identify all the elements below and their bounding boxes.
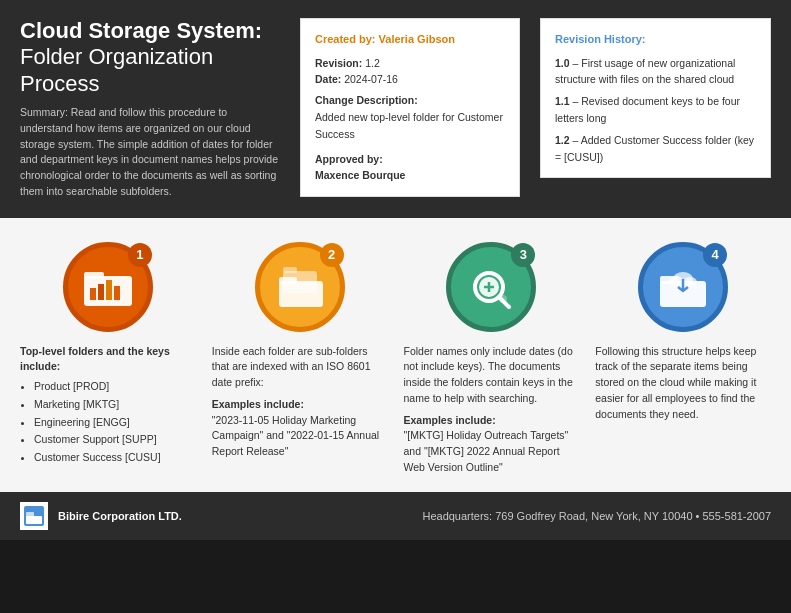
svg-rect-9 (283, 267, 297, 273)
step-3-intro: Folder names only include dates (do not … (404, 344, 580, 407)
step-1-heading: Top-level folders and the keys include: (20, 344, 196, 376)
svg-point-20 (683, 277, 697, 287)
headquarters-text: Headquarters: 769 Godfrey Road, New York… (422, 510, 771, 522)
steps-row: 1 Top-level folders and the keys include… (20, 242, 771, 476)
step-2-card: 2 Inside each folder are sub-folders tha… (212, 242, 388, 476)
step-4-text: Following this structure helps keep trac… (595, 344, 771, 423)
search-magnify-icon (465, 265, 517, 309)
revision-item-3: 1.2 – Added Customer Success folder (key… (555, 132, 756, 166)
revision-item-1: 1.0 – First usage of new organizational … (555, 55, 756, 89)
list-item: Product [PROD] (34, 379, 196, 395)
main-content: 1 Top-level folders and the keys include… (0, 218, 791, 492)
step-4-card: 4 Following this structure helps keep tr… (595, 242, 771, 476)
step-1-card: 1 Top-level folders and the keys include… (20, 242, 196, 476)
list-item: Marketing [MKTG] (34, 397, 196, 413)
step-2-text: Inside each folder are sub-folders that … (212, 344, 388, 460)
step-2-intro: Inside each folder are sub-folders that … (212, 344, 388, 391)
svg-rect-5 (114, 286, 120, 300)
list-item: Customer Support [SUPP] (34, 432, 196, 448)
list-item: Customer Success [CUSU] (34, 450, 196, 466)
step-2-icon-wrapper: 2 (255, 242, 345, 332)
meta-box: Created by: Valeria Gibson Revision: 1.2… (300, 18, 520, 197)
step-1-list: Product [PROD] Marketing [MKTG] Engineer… (34, 379, 196, 466)
step-3-text: Folder names only include dates (do not … (404, 344, 580, 476)
svg-rect-8 (283, 271, 317, 293)
list-item: Engineering [ENGG] (34, 415, 196, 431)
step-1-number: 1 (128, 243, 152, 267)
change-desc-row: Change Description: Added new top-level … (315, 92, 505, 142)
step-4-number: 4 (703, 243, 727, 267)
revision-history-box: Revision History: 1.0 – First usage of n… (540, 18, 771, 178)
folder-stack-icon (273, 265, 327, 309)
step-1-text: Top-level folders and the keys include: … (20, 344, 196, 468)
step-3-examples: "[MKTG] Holiday Outreach Targets" and "[… (404, 428, 580, 475)
step-3-icon-wrapper: 3 (446, 242, 536, 332)
date-label: Date: (315, 73, 341, 85)
folder-chart-icon (82, 266, 134, 308)
svg-rect-3 (98, 284, 104, 300)
footer-left: Bibire Corporation LTD. (20, 502, 182, 530)
header-left: Cloud Storage System: Folder Organizatio… (20, 18, 280, 200)
page-title: Cloud Storage System: Folder Organizatio… (20, 18, 280, 97)
summary-text: Summary: Read and follow this procedure … (20, 105, 280, 200)
svg-rect-4 (106, 280, 112, 300)
approved-label: Approved by: (315, 153, 383, 165)
revision-item-2: 1.1 – Revised document keys to be four l… (555, 93, 756, 127)
svg-point-19 (669, 276, 683, 286)
step-3-examples-label: Examples include: (404, 413, 580, 429)
revision-label: Revision: (315, 57, 362, 69)
created-by: Created by: Valeria Gibson (315, 31, 505, 49)
header-section: Cloud Storage System: Folder Organizatio… (0, 0, 791, 218)
revision-value: 1.2 (365, 57, 380, 69)
change-desc-label: Change Description: (315, 94, 418, 106)
step-4-intro: Following this structure helps keep trac… (595, 344, 771, 423)
step-3-card: 3 Folder names only include dates (do no… (404, 242, 580, 476)
company-logo (20, 502, 48, 530)
approved-value: Maxence Bourque (315, 169, 405, 181)
approved-row: Approved by: Maxence Bourque (315, 151, 505, 185)
svg-rect-2 (90, 288, 96, 300)
created-by-label: Created by: Valeria Gibson (315, 33, 455, 45)
revision-row: Revision: 1.2 (315, 55, 505, 72)
logo-icon (23, 505, 45, 527)
revision-history-items: 1.0 – First usage of new organizational … (555, 55, 756, 166)
svg-point-15 (499, 295, 507, 303)
date-row: Date: 2024-07-16 (315, 71, 505, 88)
step-2-examples: "2023-11-05 Holiday Marketing Campaign" … (212, 413, 388, 460)
svg-rect-23 (26, 516, 42, 524)
svg-rect-1 (84, 272, 104, 279)
svg-rect-24 (26, 512, 34, 517)
change-desc-value: Added new top-level folder for Customer … (315, 111, 503, 140)
step-1-icon-wrapper: 1 (63, 242, 153, 332)
step-3-number: 3 (511, 243, 535, 267)
step-2-number: 2 (320, 243, 344, 267)
date-value: 2024-07-16 (344, 73, 398, 85)
footer: Bibire Corporation LTD. Headquarters: 76… (0, 492, 791, 540)
step-2-examples-label: Examples include: (212, 397, 388, 413)
step-4-icon-wrapper: 4 (638, 242, 728, 332)
company-name: Bibire Corporation LTD. (58, 510, 182, 522)
cloud-folder-icon (656, 265, 710, 309)
revision-history-label: Revision History: (555, 31, 756, 49)
